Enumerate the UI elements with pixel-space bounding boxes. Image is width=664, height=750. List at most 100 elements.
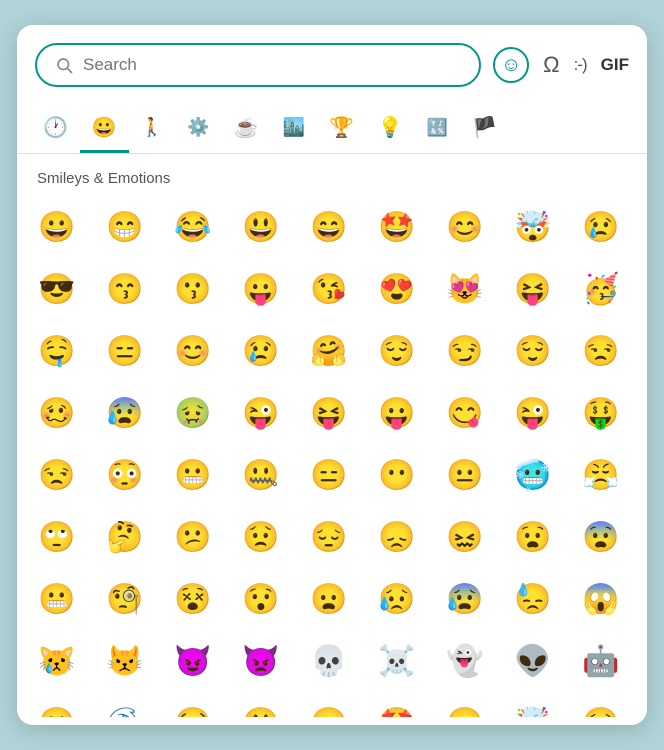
emoji-cell[interactable]: 😀 xyxy=(27,693,87,717)
emoji-cell[interactable]: 😱 xyxy=(571,569,631,629)
emoticon-icon[interactable]: :-) xyxy=(574,55,587,75)
emoji-cell[interactable]: 😐 xyxy=(435,445,495,505)
symbols-tab[interactable]: 💡 xyxy=(366,105,415,153)
emoji-cell[interactable]: 😊 xyxy=(163,321,223,381)
emoji-cell[interactable]: 🥴 xyxy=(27,383,87,443)
emoji-cell[interactable]: 😒 xyxy=(27,445,87,505)
emoji-cell[interactable]: 😂 xyxy=(163,197,223,257)
emoji-cell[interactable]: 😄 xyxy=(299,197,359,257)
search-input[interactable] xyxy=(83,55,461,75)
emoji-cell[interactable]: 🤩 xyxy=(367,197,427,257)
emoji-cell[interactable]: 😰 xyxy=(95,383,155,443)
emoji-cell[interactable]: 😢 xyxy=(231,321,291,381)
emoji-cell[interactable]: 😃 xyxy=(231,197,291,257)
emoji-cell[interactable]: 😯 xyxy=(231,569,291,629)
emoji-cell[interactable]: 🤯 xyxy=(503,693,563,717)
emoji-cell[interactable]: 😳 xyxy=(95,445,155,505)
emoji-cell[interactable]: 😛 xyxy=(367,383,427,443)
travel-tab[interactable]: 🏙️ xyxy=(271,107,317,151)
emoji-cell[interactable]: 😻 xyxy=(435,259,495,319)
category-tabs: 🕐 😀 🚶 ⚙️ ☕ 🏙️ 🏆 💡 🔣 🏴 xyxy=(17,101,647,154)
emoji-cell[interactable]: 😑 xyxy=(299,445,359,505)
recent-tab[interactable]: 🕐 xyxy=(31,105,80,153)
emoji-cell[interactable]: 😧 xyxy=(503,507,563,567)
emoji-cell[interactable]: 🤤 xyxy=(27,321,87,381)
emoji-cell[interactable]: 😤 xyxy=(571,445,631,505)
emoji-cell[interactable]: 😏 xyxy=(435,321,495,381)
smileys-tab[interactable]: 😀 xyxy=(80,105,129,153)
emoji-cell[interactable]: 😥 xyxy=(367,569,427,629)
emoji-cell[interactable]: 😎 xyxy=(27,259,87,319)
emoji-cell[interactable]: 😑 xyxy=(95,321,155,381)
emoji-cell[interactable]: 😌 xyxy=(367,321,427,381)
emoji-cell[interactable]: 🤯 xyxy=(503,197,563,257)
emoji-cell[interactable]: 😊 xyxy=(435,197,495,257)
emoji-cell[interactable]: 😶 xyxy=(367,445,427,505)
section-label: Smileys & Emotions xyxy=(17,154,647,197)
emoji-cell[interactable]: 😓 xyxy=(503,569,563,629)
emoji-cell[interactable]: 😕 xyxy=(163,507,223,567)
emoji-cell[interactable]: 😍 xyxy=(367,259,427,319)
omega-icon[interactable]: Ω xyxy=(543,52,559,78)
emoji-cell[interactable]: 😰 xyxy=(435,569,495,629)
activities-tab[interactable]: ⚙️ xyxy=(175,107,221,151)
emoji-cell[interactable]: 😨 xyxy=(571,507,631,567)
emoji-cell[interactable]: 😔 xyxy=(299,507,359,567)
emoji-cell[interactable]: 😙 xyxy=(95,259,155,319)
emoji-cell[interactable]: 🤩 xyxy=(367,693,427,717)
gif-icon[interactable]: GIF xyxy=(601,55,629,75)
emoji-cell[interactable]: 🤗 xyxy=(299,321,359,381)
emoji-cell[interactable]: 🤖 xyxy=(571,631,631,691)
emoji-cell[interactable]: 😿 xyxy=(27,631,87,691)
emoji-cell[interactable]: 👽 xyxy=(503,631,563,691)
misc-tab[interactable]: 🔣 xyxy=(415,108,460,151)
emoji-cell[interactable]: 😵 xyxy=(163,569,223,629)
emoji-cell[interactable]: 😌 xyxy=(503,321,563,381)
emoji-cell[interactable]: 😜 xyxy=(503,383,563,443)
emoji-cell[interactable]: 😟 xyxy=(231,507,291,567)
emoji-cell[interactable]: 😃 xyxy=(231,693,291,717)
emoji-cell[interactable]: 🥳 xyxy=(571,259,631,319)
emoji-cell[interactable]: 🥶 xyxy=(503,445,563,505)
emoji-cell[interactable]: 😜 xyxy=(231,383,291,443)
emoji-grid: 😀😁😂😃😄🤩😊🤯😢😎😙😗😛😘😍😻😝🥳🤤😑😊😢🤗😌😏😌😒🥴😰🤢😜😝😛😋😜🤑😒😳😬🤐… xyxy=(17,197,647,717)
emoji-cell[interactable]: 😁 xyxy=(95,197,155,257)
emoji-cell[interactable]: 😂 xyxy=(163,693,223,717)
emoji-cell[interactable]: 👿 xyxy=(231,631,291,691)
emoji-cell[interactable]: 😾 xyxy=(95,631,155,691)
search-bar[interactable] xyxy=(35,43,481,87)
emoji-cell[interactable]: ☠️ xyxy=(367,631,427,691)
emoji-cell[interactable]: 😀 xyxy=(27,197,87,257)
emoji-cell[interactable]: 😊 xyxy=(435,693,495,717)
people-tab[interactable]: 🚶 xyxy=(129,107,175,151)
emoji-cell[interactable]: 😞 xyxy=(367,507,427,567)
emoji-cell[interactable]: 😦 xyxy=(299,569,359,629)
objects-tab[interactable]: 🏆 xyxy=(317,105,366,153)
emoji-cell[interactable]: 🤑 xyxy=(571,383,631,443)
emoji-cell[interactable]: 😝 xyxy=(299,383,359,443)
emoji-cell[interactable]: 🤢 xyxy=(163,383,223,443)
emoji-cell[interactable]: 🙄 xyxy=(27,507,87,567)
emoji-cell[interactable]: 😋 xyxy=(435,383,495,443)
emoji-cell[interactable]: 😘 xyxy=(299,259,359,319)
emoji-cell[interactable]: 👻 xyxy=(435,631,495,691)
emoji-face-icon[interactable]: ☺ xyxy=(493,47,529,83)
emoji-cell[interactable]: 🤔 xyxy=(95,507,155,567)
emoji-cell[interactable]: 😝 xyxy=(503,259,563,319)
emoji-cell[interactable]: 😈 xyxy=(163,631,223,691)
emoji-cell[interactable]: 😢 xyxy=(571,693,631,717)
emoji-cell[interactable]: 😬 xyxy=(163,445,223,505)
emoji-cell[interactable]: 😬 xyxy=(27,569,87,629)
food-tab[interactable]: ☕ xyxy=(222,105,271,153)
emoji-cell[interactable]: 😄 xyxy=(299,693,359,717)
emoji-cell[interactable]: 😒 xyxy=(571,321,631,381)
emoji-cell[interactable]: 😢 xyxy=(571,197,631,257)
emoji-cell[interactable]: 😗 xyxy=(163,259,223,319)
emoji-cell[interactable]: 🤐 xyxy=(231,445,291,505)
emoji-cell[interactable]: 🧐 xyxy=(95,569,155,629)
emoji-cell[interactable]: 🌊 xyxy=(95,693,155,717)
emoji-cell[interactable]: 😖 xyxy=(435,507,495,567)
flags-tab[interactable]: 🏴 xyxy=(460,105,509,153)
emoji-cell[interactable]: 💀 xyxy=(299,631,359,691)
emoji-cell[interactable]: 😛 xyxy=(231,259,291,319)
